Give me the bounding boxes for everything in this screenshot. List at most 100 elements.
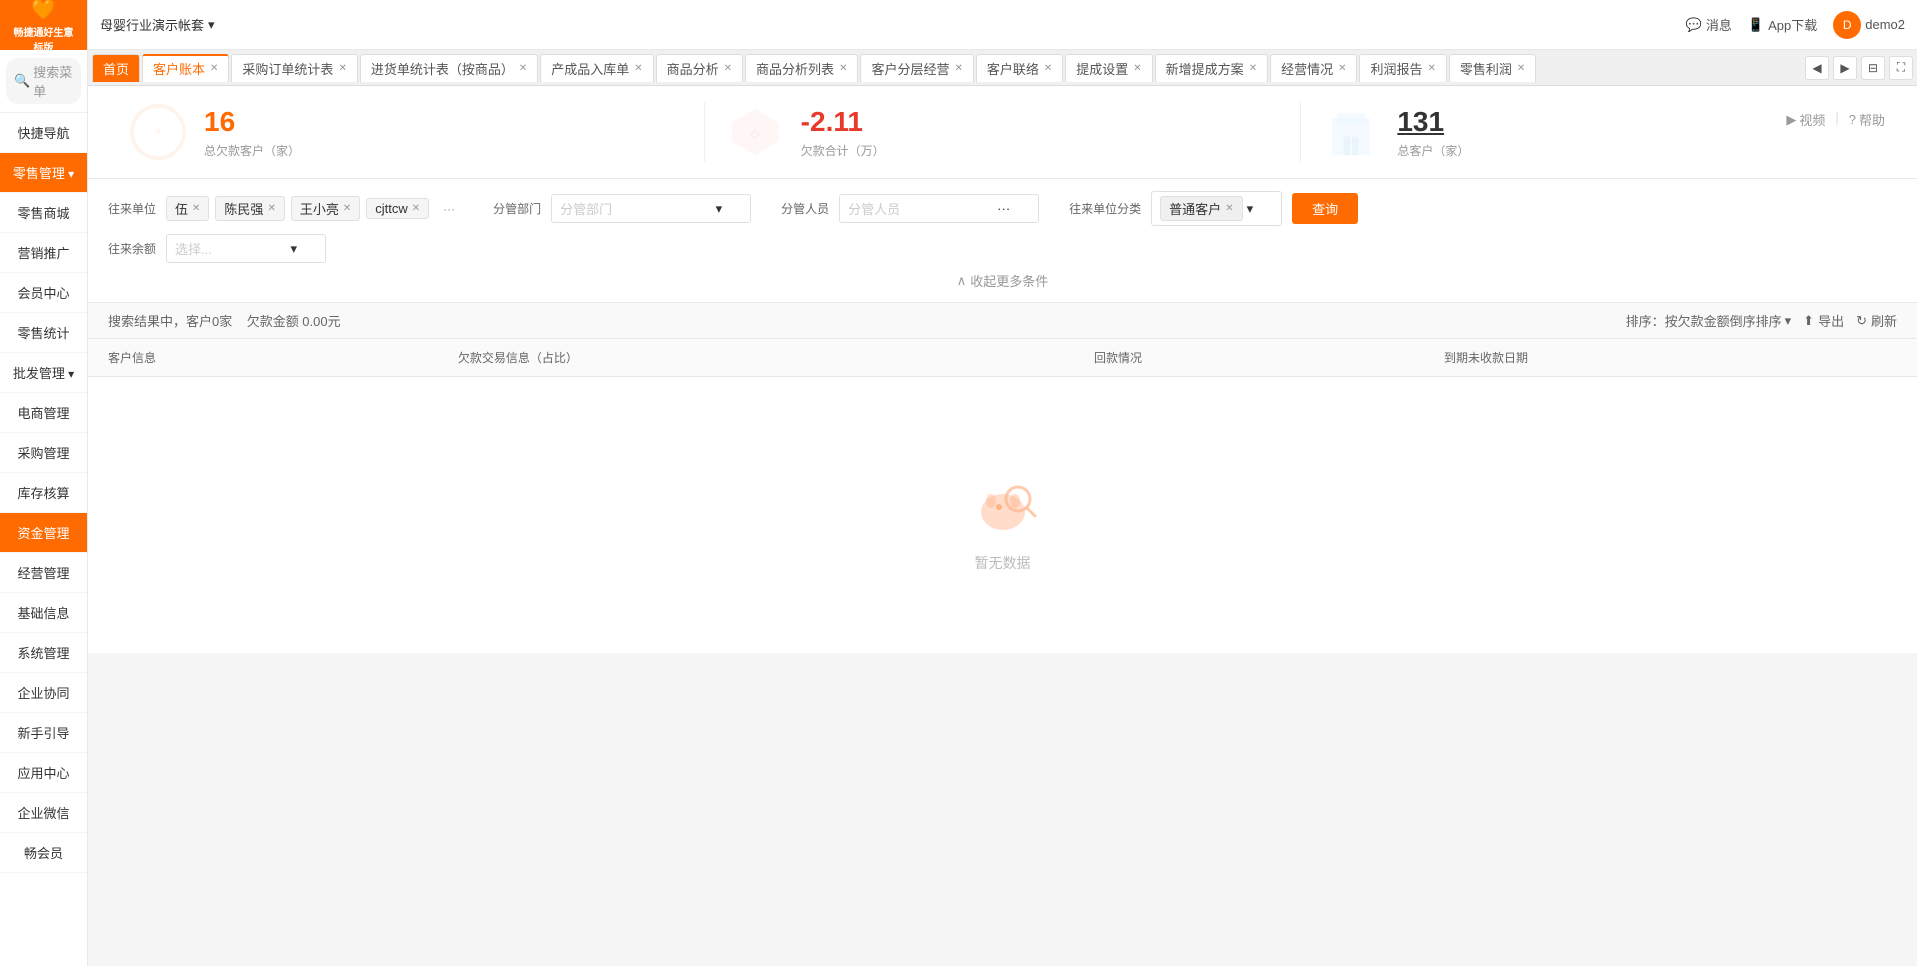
- sidebar-item-quick-nav[interactable]: 快捷导航: [0, 113, 87, 153]
- tab-fullscreen[interactable]: ⛶: [1889, 56, 1913, 80]
- filter-tag-chen[interactable]: 陈民强 ✕: [215, 196, 284, 221]
- collapse-icon: ∧: [957, 273, 967, 289]
- filter-tag-more[interactable]: ···: [435, 200, 463, 218]
- tab-close-icon[interactable]: ✕: [1249, 63, 1257, 74]
- col-due-date: 到期未收款日期: [1424, 339, 1917, 377]
- sidebar-item-ecommerce[interactable]: 电商管理: [0, 393, 87, 433]
- stat-number-debt: -2.11: [801, 106, 1281, 138]
- tab-customer-ledger[interactable]: 客户账本 ✕: [142, 54, 229, 82]
- tab-collapse[interactable]: ⊟: [1861, 56, 1885, 80]
- account-selector[interactable]: 母婴行业演示帐套 ▾: [100, 15, 215, 34]
- filter-tag-wang[interactable]: 王小亮 ✕: [291, 196, 360, 221]
- tab-commission-settings-label: 提成设置: [1076, 59, 1128, 78]
- tab-inbound-stats[interactable]: 进货单统计表（按商品） ✕: [360, 54, 538, 82]
- tab-close-icon[interactable]: ✕: [519, 63, 527, 74]
- filter-area: 往来单位 伍 ✕ 陈民强 ✕ 王小亮 ✕ cjttcw: [88, 179, 1917, 303]
- tab-inbound-stats-label: 进货单统计表（按商品）: [371, 59, 514, 78]
- sidebar-item-member2[interactable]: 畅会员: [0, 833, 87, 873]
- sidebar-item-system[interactable]: 系统管理: [0, 633, 87, 673]
- filter-row-2: 往来余额 选择... ▾: [108, 234, 1897, 263]
- tab-customer-contact[interactable]: 客户联络 ✕: [976, 54, 1063, 82]
- tab-nav-prev[interactable]: ◀: [1805, 56, 1829, 80]
- sidebar-search-container: 🔍 搜索菜单: [0, 50, 87, 113]
- sidebar-item-retail-mall[interactable]: 零售商城: [0, 193, 87, 233]
- tab-nav-next[interactable]: ▶: [1833, 56, 1857, 80]
- tab-close-icon[interactable]: ✕: [954, 63, 962, 74]
- refresh-button[interactable]: ↻ 刷新: [1856, 311, 1897, 330]
- tabbar: 首页 客户账本 ✕ 采购订单统计表 ✕ 进货单统计表（按商品） ✕ 产成品入库单…: [88, 50, 1917, 86]
- sidebar-logo[interactable]: 🧡 畅捷通好生意 标版: [0, 0, 87, 50]
- export-button[interactable]: ⬆ 导出: [1803, 311, 1844, 330]
- results-summary: 搜索结果中，客户0家 欠款金额 0.00元: [108, 311, 341, 330]
- tag-close-icon[interactable]: ✕: [267, 203, 275, 214]
- tab-purchase-order-stats[interactable]: 采购订单统计表 ✕: [231, 54, 357, 82]
- sidebar-item-retail-mgmt[interactable]: 零售管理 ▾: [0, 153, 87, 193]
- tab-close-icon[interactable]: ✕: [1517, 63, 1525, 74]
- tab-close-icon[interactable]: ✕: [724, 63, 732, 74]
- tab-close-icon[interactable]: ✕: [1428, 63, 1436, 74]
- tab-product-analysis-list[interactable]: 商品分析列表 ✕: [745, 54, 858, 82]
- tab-close-icon[interactable]: ✕: [210, 63, 218, 74]
- app-download-btn[interactable]: 📱 App下载: [1748, 15, 1817, 34]
- sidebar-item-retail-stats[interactable]: 零售统计: [0, 313, 87, 353]
- tab-customer-ledger-label: 客户账本: [153, 59, 205, 78]
- tab-customer-tier[interactable]: 客户分层经营 ✕: [860, 54, 973, 82]
- sidebar-item-purchase[interactable]: 采购管理: [0, 433, 87, 473]
- help-btn[interactable]: ? 帮助: [1849, 110, 1885, 129]
- sidebar-item-wholesale[interactable]: 批发管理 ▾: [0, 353, 87, 393]
- sort-select[interactable]: 排序：按欠款金额倒序排序 ▾: [1626, 311, 1792, 330]
- tab-commission-settings[interactable]: 提成设置 ✕: [1065, 54, 1152, 82]
- sidebar-item-finance[interactable]: 资金管理: [0, 513, 87, 553]
- sidebar-item-inventory[interactable]: 库存核算: [0, 473, 87, 513]
- dept-select[interactable]: 分管部门 ▾: [551, 194, 751, 223]
- help-icon: ?: [1849, 112, 1856, 127]
- tag-close-icon[interactable]: ✕: [412, 203, 420, 214]
- tab-finished-goods[interactable]: 产成品入库单 ✕: [540, 54, 653, 82]
- sidebar-item-newbie[interactable]: 新手引导: [0, 713, 87, 753]
- filter-tag-cjttcw[interactable]: cjttcw ✕: [366, 198, 429, 219]
- user-profile[interactable]: D demo2: [1833, 11, 1905, 39]
- tab-close-icon[interactable]: ✕: [1338, 63, 1346, 74]
- person-select[interactable]: 分管人员 ···: [839, 194, 1039, 223]
- tab-close-icon[interactable]: ✕: [839, 63, 847, 74]
- sidebar-item-member[interactable]: 会员中心: [0, 273, 87, 313]
- tab-close-icon[interactable]: ✕: [1044, 63, 1052, 74]
- svg-text:¥: ¥: [154, 124, 162, 138]
- sidebar-item-wechat[interactable]: 企业微信: [0, 793, 87, 833]
- tab-close-icon[interactable]: ✕: [1133, 63, 1141, 74]
- tab-profit-report[interactable]: 利润报告 ✕: [1359, 54, 1446, 82]
- chevron-down-icon: ▾: [716, 201, 723, 217]
- stat-card-debt: ◇ -2.11 欠款合计（万）: [705, 102, 1302, 162]
- sidebar-search-input[interactable]: 🔍 搜索菜单: [6, 58, 81, 104]
- sidebar-item-collab[interactable]: 企业协同: [0, 673, 87, 713]
- stat-actions: ▶ 视频 | ? 帮助: [1786, 110, 1885, 129]
- tab-product-analysis[interactable]: 商品分析 ✕: [656, 54, 743, 82]
- filter-tag-wu[interactable]: 伍 ✕: [166, 196, 209, 221]
- message-btn[interactable]: 💬 消息: [1686, 15, 1732, 34]
- data-table-container: 客户信息 欠款交易信息（占比） 回款情况 到期未收款日期: [88, 339, 1917, 654]
- filter-tag-normal-customer[interactable]: 普通客户 ✕: [1160, 196, 1242, 221]
- tag-close-icon[interactable]: ✕: [192, 203, 200, 214]
- tab-home[interactable]: 首页: [92, 54, 140, 82]
- sidebar-item-basic-info[interactable]: 基础信息: [0, 593, 87, 633]
- tab-close-icon[interactable]: ✕: [634, 63, 642, 74]
- person-placeholder: 分管人员: [848, 199, 993, 218]
- tab-close-icon[interactable]: ✕: [338, 63, 346, 74]
- balance-select[interactable]: 选择... ▾: [166, 234, 326, 263]
- balance-placeholder: 选择...: [175, 239, 286, 258]
- video-btn[interactable]: ▶ 视频: [1786, 110, 1825, 129]
- tab-customer-tier-label: 客户分层经营: [871, 59, 949, 78]
- sidebar-item-appstore[interactable]: 应用中心: [0, 753, 87, 793]
- collapse-button[interactable]: ∧ 收起更多条件: [957, 271, 1049, 290]
- query-button[interactable]: 查询: [1292, 193, 1358, 224]
- tab-operations[interactable]: 经营情况 ✕: [1270, 54, 1357, 82]
- tag-close-icon[interactable]: ✕: [1225, 203, 1233, 214]
- tab-add-commission[interactable]: 新增提成方案 ✕: [1155, 54, 1268, 82]
- sidebar-item-marketing[interactable]: 营销推广: [0, 233, 87, 273]
- unit-type-select[interactable]: 普通客户 ✕ ▾: [1151, 191, 1282, 226]
- tag-close-icon[interactable]: ✕: [343, 203, 351, 214]
- empty-icon: [963, 457, 1043, 537]
- sidebar-item-operations[interactable]: 经营管理: [0, 553, 87, 593]
- tab-retail-profit[interactable]: 零售利润 ✕: [1449, 54, 1536, 82]
- tab-product-analysis-label: 商品分析: [667, 59, 719, 78]
